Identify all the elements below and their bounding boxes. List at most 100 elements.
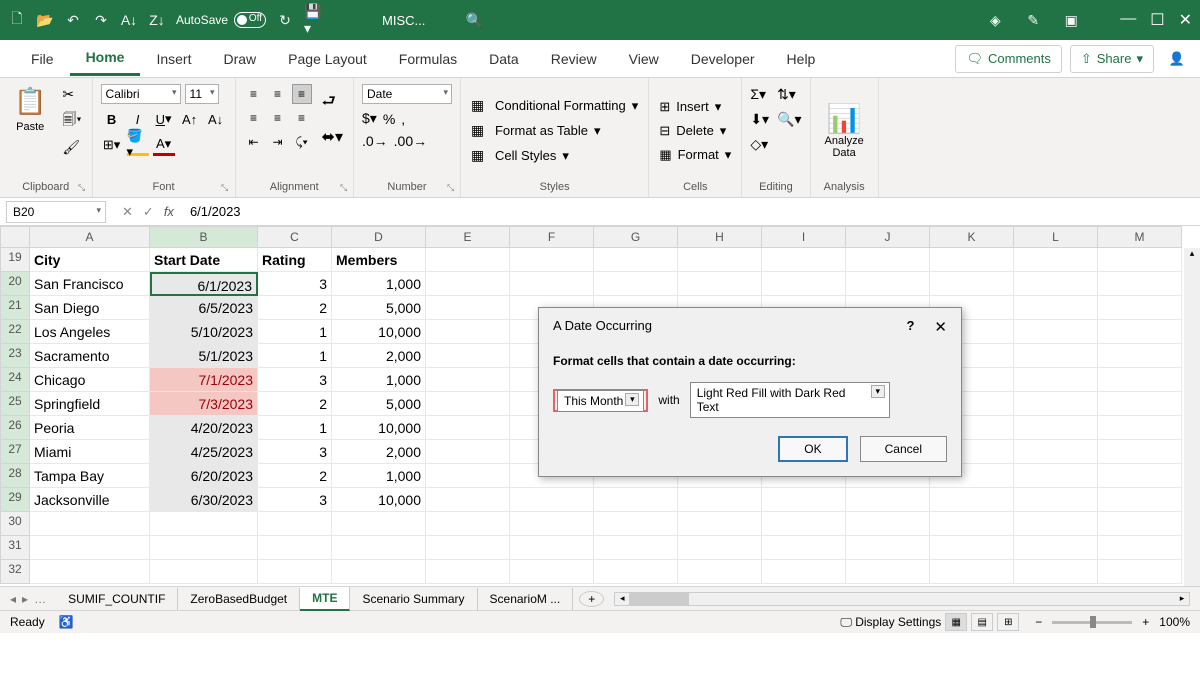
cell[interactable]: 6/5/2023: [150, 296, 258, 320]
cell[interactable]: [258, 560, 332, 584]
number-format-combo[interactable]: Date: [362, 84, 452, 104]
cut-icon[interactable]: ✂: [62, 86, 81, 103]
font-size-combo[interactable]: 11: [185, 84, 219, 104]
cell[interactable]: 6/1/2023: [150, 272, 258, 296]
new-icon[interactable]: 🗋: [8, 11, 26, 29]
fill-icon[interactable]: ⬇▾: [750, 111, 769, 128]
cell[interactable]: [762, 512, 846, 536]
dialog-close-icon[interactable]: ✕: [934, 318, 947, 336]
cell[interactable]: 6/30/2023: [150, 488, 258, 512]
cell[interactable]: [510, 488, 594, 512]
cell[interactable]: [1098, 488, 1182, 512]
comma-icon[interactable]: ,: [401, 111, 405, 127]
cell[interactable]: [1014, 248, 1098, 272]
cell[interactable]: [1098, 296, 1182, 320]
name-box[interactable]: B20: [6, 201, 106, 223]
cell[interactable]: [426, 560, 510, 584]
sheet-prev-icon[interactable]: ◂: [10, 592, 16, 606]
row-header[interactable]: 23: [0, 344, 30, 368]
cell[interactable]: [762, 488, 846, 512]
cell[interactable]: 1: [258, 344, 332, 368]
cell[interactable]: 3: [258, 272, 332, 296]
increase-decimal-icon[interactable]: .0→: [362, 133, 388, 149]
format-painter-icon[interactable]: 🖌: [62, 139, 81, 156]
cell[interactable]: [426, 248, 510, 272]
cell[interactable]: 2: [258, 464, 332, 488]
cell[interactable]: Los Angeles: [30, 320, 150, 344]
tab-file[interactable]: File: [15, 43, 70, 75]
cell[interactable]: Miami: [30, 440, 150, 464]
copy-icon[interactable]: 🗐▾: [62, 109, 81, 133]
shrink-font-icon[interactable]: A↓: [205, 108, 227, 130]
cell[interactable]: [762, 272, 846, 296]
page-layout-view-icon[interactable]: ▤: [971, 613, 993, 631]
currency-icon[interactable]: $▾: [362, 110, 377, 127]
sheet-next-icon[interactable]: ▸: [22, 592, 28, 606]
format-as-table-button[interactable]: ▦Format as Table ▾: [471, 122, 638, 139]
cell[interactable]: [678, 560, 762, 584]
cell[interactable]: [150, 512, 258, 536]
column-header[interactable]: H: [678, 226, 762, 248]
share-button[interactable]: ⇧ Share ▾: [1070, 45, 1154, 73]
cancel-button[interactable]: Cancel: [860, 436, 947, 462]
sheet-tab-active[interactable]: MTE: [300, 587, 350, 611]
vertical-scrollbar[interactable]: [1184, 248, 1200, 586]
cell[interactable]: [1098, 320, 1182, 344]
cell[interactable]: Jacksonville: [30, 488, 150, 512]
cell[interactable]: Springfield: [30, 392, 150, 416]
cell[interactable]: [1098, 464, 1182, 488]
align-top-icon[interactable]: ≡: [244, 84, 264, 104]
ok-button[interactable]: OK: [778, 436, 847, 462]
cell[interactable]: [426, 392, 510, 416]
cell[interactable]: [762, 560, 846, 584]
cell[interactable]: [30, 512, 150, 536]
tab-developer[interactable]: Developer: [675, 43, 771, 75]
cell[interactable]: [678, 272, 762, 296]
cell[interactable]: [930, 488, 1014, 512]
cell[interactable]: 2,000: [332, 440, 426, 464]
cell[interactable]: [1014, 440, 1098, 464]
paste-button[interactable]: 📋 Paste: [6, 82, 54, 179]
borders-icon[interactable]: ⊞▾: [101, 134, 123, 156]
cell[interactable]: [30, 536, 150, 560]
clear-icon[interactable]: ◇▾: [750, 136, 769, 153]
cell[interactable]: [1014, 272, 1098, 296]
cell[interactable]: [594, 488, 678, 512]
row-header[interactable]: 32: [0, 560, 30, 584]
cell[interactable]: San Francisco: [30, 272, 150, 296]
comments-button[interactable]: 🗨 Comments: [955, 45, 1061, 73]
row-header[interactable]: 30: [0, 512, 30, 536]
fill-color-icon[interactable]: 🪣▾: [127, 134, 149, 156]
indent-dec-icon[interactable]: ⇤: [244, 132, 264, 152]
row-header[interactable]: 26: [0, 416, 30, 440]
cell[interactable]: [1014, 560, 1098, 584]
zoom-out-icon[interactable]: −: [1035, 615, 1042, 629]
cell[interactable]: Rating: [258, 248, 332, 272]
dialog-help-icon[interactable]: ?: [906, 318, 914, 336]
zoom-level[interactable]: 100%: [1159, 615, 1190, 629]
align-middle-icon[interactable]: ≡: [268, 84, 288, 104]
save-icon[interactable]: 💾▾: [304, 11, 322, 29]
accessibility-icon[interactable]: ♿: [59, 615, 74, 629]
cell[interactable]: 4/20/2023: [150, 416, 258, 440]
maximize-icon[interactable]: ☐: [1150, 10, 1164, 30]
column-header[interactable]: F: [510, 226, 594, 248]
cell[interactable]: 10,000: [332, 416, 426, 440]
cell[interactable]: [1014, 296, 1098, 320]
cell[interactable]: [846, 488, 930, 512]
sheet-more-icon[interactable]: …: [34, 592, 46, 606]
cell[interactable]: Members: [332, 248, 426, 272]
row-header[interactable]: 19: [0, 248, 30, 272]
cell[interactable]: [1098, 248, 1182, 272]
cancel-formula-icon[interactable]: ✕: [122, 204, 133, 220]
cell[interactable]: 3: [258, 488, 332, 512]
cell[interactable]: [594, 248, 678, 272]
add-sheet-icon[interactable]: +: [579, 591, 604, 607]
cell[interactable]: [762, 536, 846, 560]
cell[interactable]: [426, 320, 510, 344]
wand-icon[interactable]: ✎: [1024, 11, 1042, 29]
cell[interactable]: [510, 560, 594, 584]
cell[interactable]: [930, 512, 1014, 536]
find-select-icon[interactable]: 🔍▾: [777, 111, 801, 128]
cell[interactable]: [930, 536, 1014, 560]
